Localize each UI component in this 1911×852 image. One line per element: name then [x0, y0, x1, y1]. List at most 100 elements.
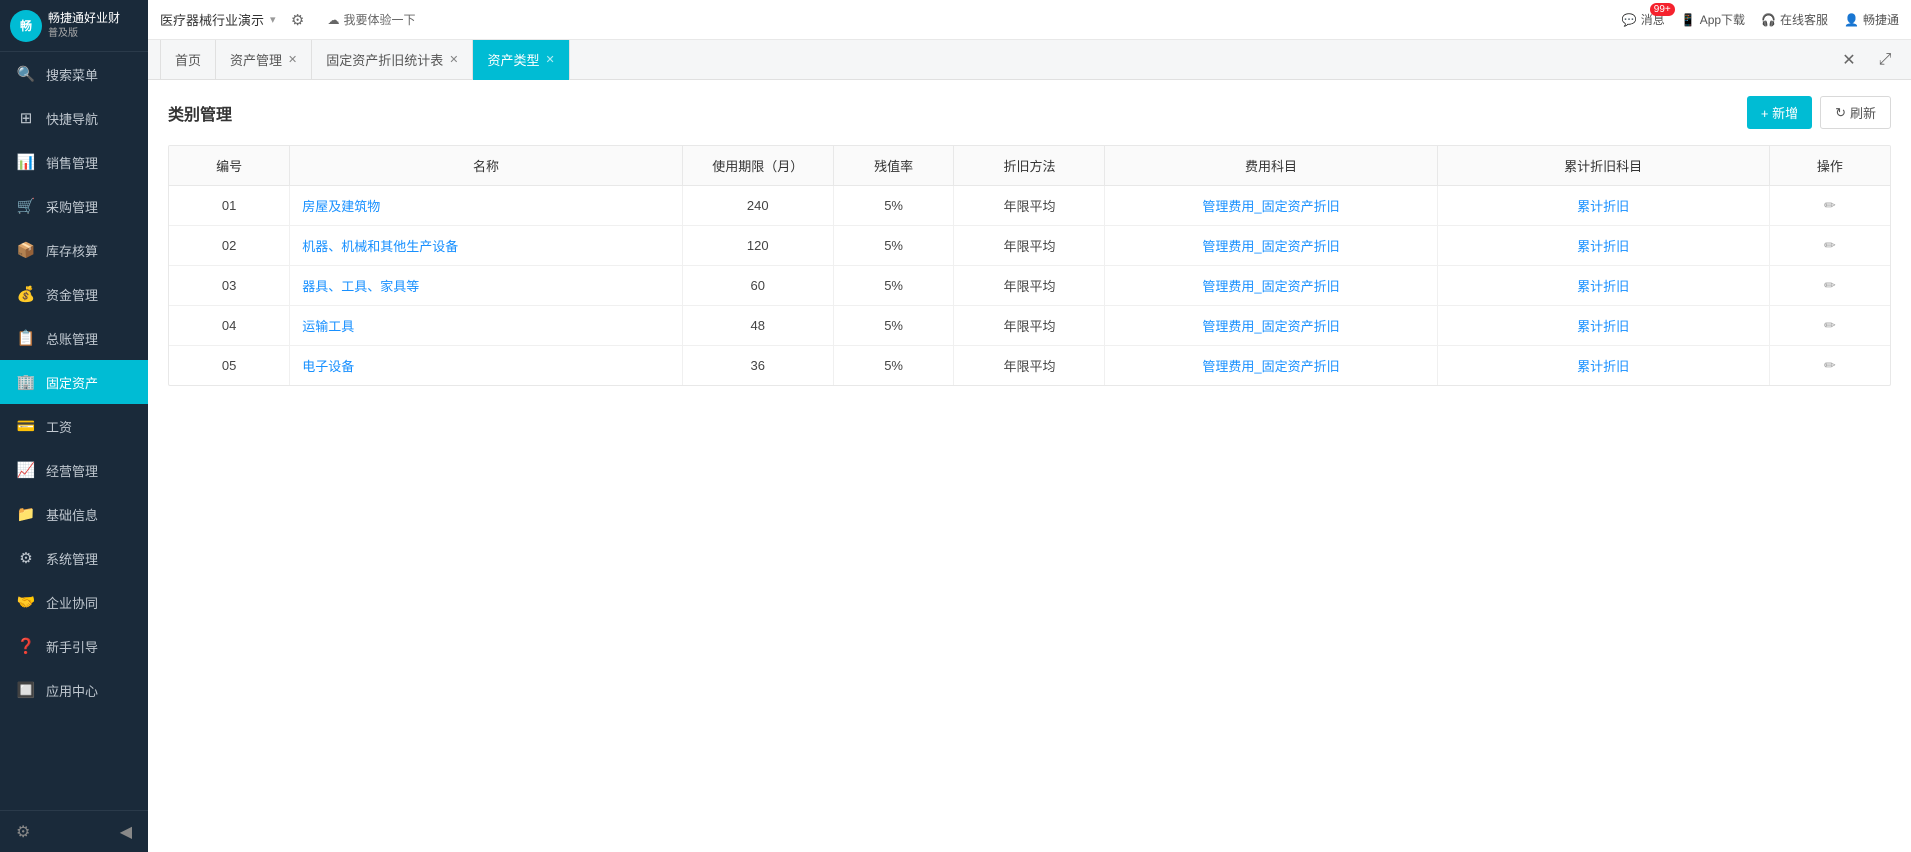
edit-icon[interactable]: ✏ [1824, 277, 1836, 293]
cell-period: 60 [682, 266, 833, 306]
tab-home-label: 首页 [175, 50, 201, 69]
nav-label-inventory: 库存核算 [46, 241, 98, 260]
cell-accum: 累计折旧 [1437, 346, 1769, 386]
topbar-user[interactable]: 👤 畅捷通 [1844, 11, 1899, 28]
edit-icon[interactable]: ✏ [1824, 357, 1836, 373]
new-button[interactable]: + 新增 [1747, 96, 1812, 129]
topbar-online-service[interactable]: 🎧 在线客服 [1761, 11, 1828, 28]
sidebar-item-operations[interactable]: 📈 经营管理 [0, 448, 148, 492]
refresh-button[interactable]: ↻ 刷新 [1820, 96, 1891, 129]
table-header-row: 编号 名称 使用期限（月） 残值率 折旧方法 费用科目 累计折旧科目 操作 [169, 146, 1890, 186]
sidebar-item-system[interactable]: ⚙ 系统管理 [0, 536, 148, 580]
sidebar-item-quick-nav[interactable]: ⊞ 快捷导航 [0, 96, 148, 140]
cell-action: ✏ [1769, 346, 1890, 386]
nav-label-payroll: 工资 [46, 417, 72, 436]
sidebar-item-fixed-assets[interactable]: 🏢 固定资产 [0, 360, 148, 404]
tab-expand-button[interactable]: ⤢ [1871, 46, 1899, 74]
cell-name: 器具、工具、家具等 [290, 266, 683, 306]
sidebar-item-inventory[interactable]: 📦 库存核算 [0, 228, 148, 272]
settings-icon[interactable]: ⚙ [16, 822, 30, 842]
col-header-period: 使用期限（月） [682, 146, 833, 186]
tab-asset-type-close[interactable]: ✕ [546, 53, 555, 66]
nav-label-capital: 资金管理 [46, 285, 98, 304]
nav-label-cooperation: 企业协同 [46, 593, 98, 612]
topbar-messages[interactable]: 💬 消息 99 [1622, 11, 1665, 28]
page-title: 类别管理 [168, 101, 232, 125]
header-actions: + 新增 ↻ 刷新 [1747, 96, 1891, 129]
sidebar-item-search[interactable]: 🔍 搜索菜单 [0, 52, 148, 96]
cell-period: 36 [682, 346, 833, 386]
sidebar-item-ledger[interactable]: 📋 总账管理 [0, 316, 148, 360]
tabs-bar: 首页 资产管理 ✕ 固定资产折旧统计表 ✕ 资产类型 ✕ ✕ ⤢ [148, 40, 1911, 80]
cell-expense: 管理费用_固定资产折旧 [1105, 306, 1437, 346]
nav-icon-search: 🔍 [16, 64, 36, 84]
tab-home[interactable]: 首页 [160, 40, 216, 80]
cell-period: 120 [682, 226, 833, 266]
cell-code: 04 [169, 306, 290, 346]
cell-expense: 管理费用_固定资产折旧 [1105, 226, 1437, 266]
cell-name: 房屋及建筑物 [290, 186, 683, 226]
topbar-dropdown-icon[interactable]: ▾ [270, 13, 276, 26]
col-header-residual: 残值率 [833, 146, 954, 186]
topbar-title: 医疗器械行业演示 ▾ [160, 10, 276, 29]
cell-method: 年限平均 [954, 346, 1105, 386]
user-name: 畅捷通 [1863, 11, 1899, 28]
sidebar-item-purchase[interactable]: 🛒 采购管理 [0, 184, 148, 228]
topbar-company: 医疗器械行业演示 [160, 10, 264, 29]
sidebar-item-payroll[interactable]: 💳 工资 [0, 404, 148, 448]
topbar: 医疗器械行业演示 ▾ ⚙ ☁ 我要体验一下 💬 消息 99 📱 App下载 🎧 … [148, 0, 1911, 40]
topbar-right: 💬 消息 99 📱 App下载 🎧 在线客服 👤 畅捷通 [1622, 11, 1899, 28]
nav-label-sales: 销售管理 [46, 153, 98, 172]
cell-period: 48 [682, 306, 833, 346]
cell-name: 运输工具 [290, 306, 683, 346]
experience-icon: ☁ [328, 13, 340, 27]
sidebar-item-cooperation[interactable]: 🤝 企业协同 [0, 580, 148, 624]
tab-asset-type[interactable]: 资产类型 ✕ [473, 40, 569, 80]
sidebar-item-app-center[interactable]: 🔲 应用中心 [0, 668, 148, 712]
nav-label-guide: 新手引导 [46, 637, 98, 656]
main-content: 医疗器械行业演示 ▾ ⚙ ☁ 我要体验一下 💬 消息 99 📱 App下载 🎧 … [148, 0, 1911, 852]
refresh-label: 刷新 [1850, 103, 1876, 122]
cell-accum: 累计折旧 [1437, 226, 1769, 266]
app-download-icon: 📱 [1681, 13, 1696, 27]
nav-label-purchase: 采购管理 [46, 197, 98, 216]
cell-accum: 累计折旧 [1437, 306, 1769, 346]
tab-asset-management[interactable]: 资产管理 ✕ [216, 40, 312, 80]
tab-depreciation-report-label: 固定资产折旧统计表 [326, 50, 443, 69]
sidebar-item-capital[interactable]: 💰 资金管理 [0, 272, 148, 316]
logo-initials: 畅 [20, 17, 32, 34]
nav-label-app-center: 应用中心 [46, 681, 98, 700]
cell-method: 年限平均 [954, 306, 1105, 346]
logo-subtitle: 普及版 [48, 27, 120, 40]
edit-icon[interactable]: ✏ [1824, 197, 1836, 213]
nav-icon-sales: 📊 [16, 152, 36, 172]
sidebar-item-guide[interactable]: ❓ 新手引导 [0, 624, 148, 668]
tab-depreciation-close[interactable]: ✕ [449, 53, 458, 66]
tab-asset-management-close[interactable]: ✕ [288, 53, 297, 66]
tab-close-button[interactable]: ✕ [1835, 46, 1863, 74]
nav-icon-cooperation: 🤝 [16, 592, 36, 612]
cell-code: 02 [169, 226, 290, 266]
topbar-app-download[interactable]: 📱 App下载 [1681, 11, 1745, 28]
topbar-settings-button[interactable]: ⚙ [284, 6, 312, 34]
nav-icon-purchase: 🛒 [16, 196, 36, 216]
edit-icon[interactable]: ✏ [1824, 317, 1836, 333]
refresh-icon: ↻ [1835, 105, 1846, 121]
edit-icon[interactable]: ✏ [1824, 237, 1836, 253]
topbar-experience[interactable]: ☁ 我要体验一下 [328, 11, 416, 28]
collapse-icon[interactable]: ◀ [120, 822, 132, 842]
page-content: 类别管理 + 新增 ↻ 刷新 编号 名称 使用期限（月） 残值率 折旧方法 [148, 80, 1911, 852]
tab-asset-management-label: 资产管理 [230, 50, 282, 69]
cell-code: 03 [169, 266, 290, 306]
cell-accum: 累计折旧 [1437, 266, 1769, 306]
nav-icon-ledger: 📋 [16, 328, 36, 348]
sidebar-item-sales[interactable]: 📊 销售管理 [0, 140, 148, 184]
nav-label-basics: 基础信息 [46, 505, 98, 524]
nav-icon-basics: 📁 [16, 504, 36, 524]
cell-name: 电子设备 [290, 346, 683, 386]
col-header-code: 编号 [169, 146, 290, 186]
col-header-expense: 费用科目 [1105, 146, 1437, 186]
nav-icon-app-center: 🔲 [16, 680, 36, 700]
sidebar-item-basics[interactable]: 📁 基础信息 [0, 492, 148, 536]
tab-depreciation-report[interactable]: 固定资产折旧统计表 ✕ [312, 40, 473, 80]
